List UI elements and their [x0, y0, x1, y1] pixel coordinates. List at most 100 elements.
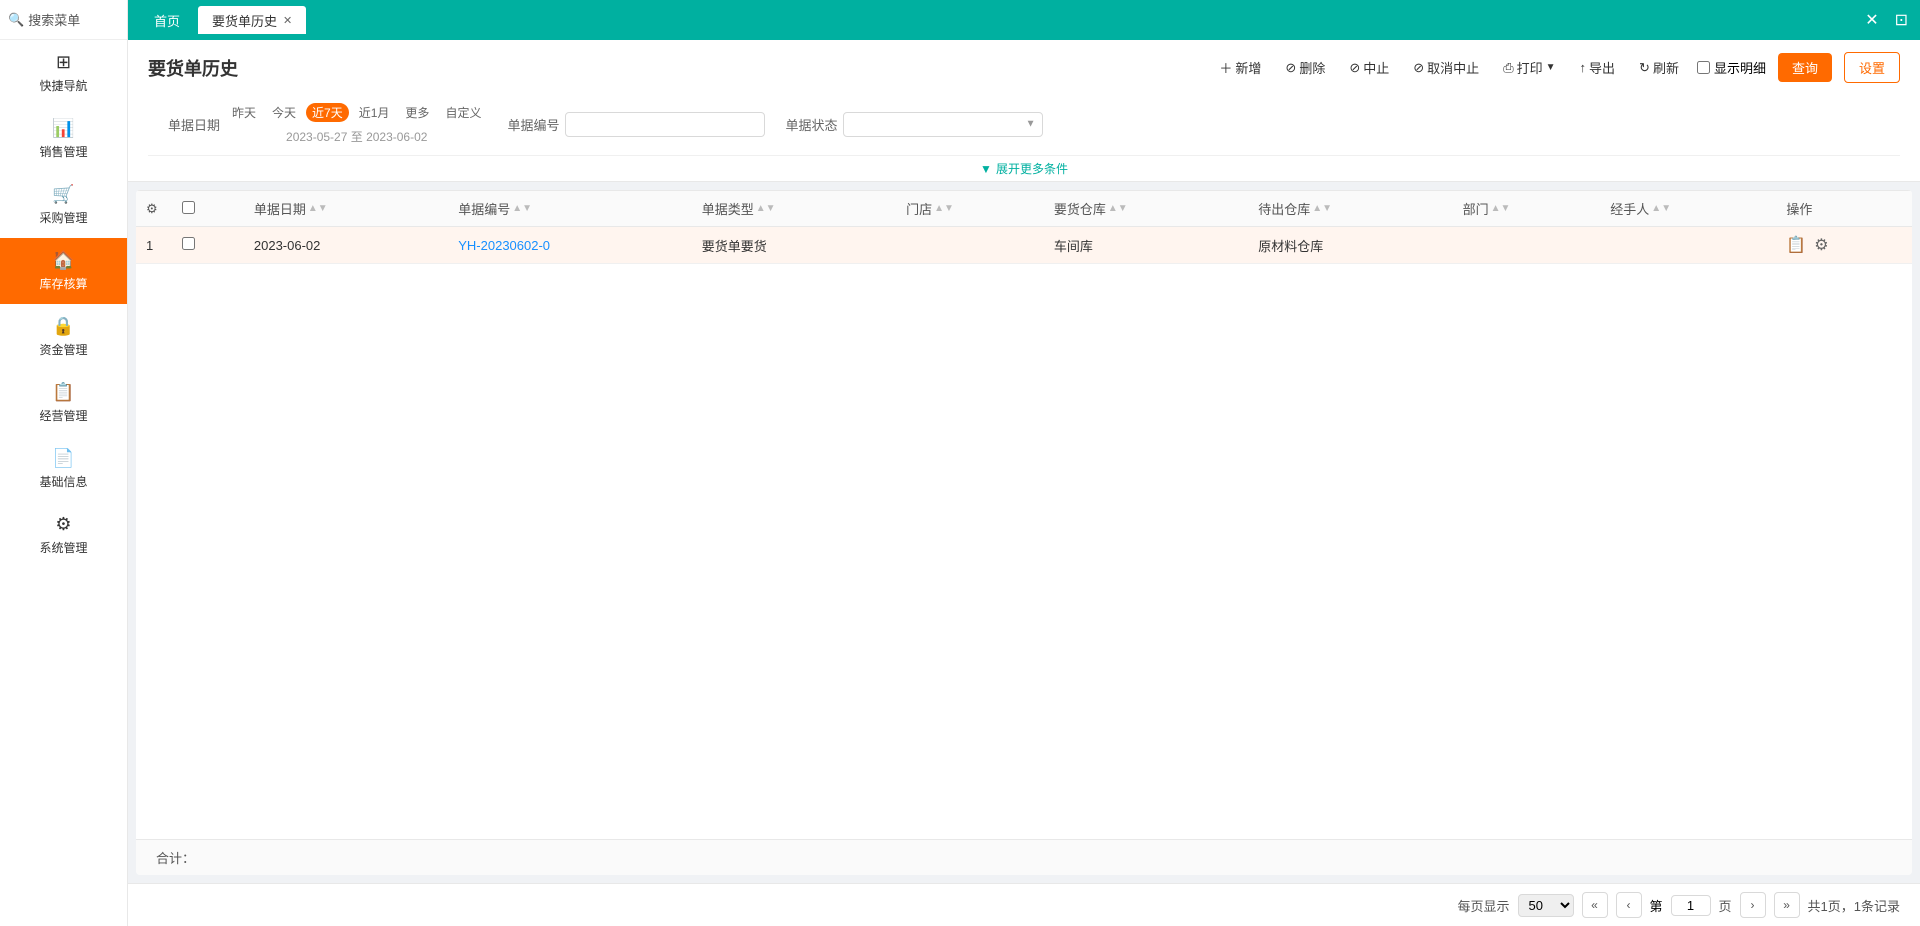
sort-pending-warehouse-icon: ▲▼ [1312, 204, 1332, 214]
add-icon: ＋ [1219, 58, 1232, 77]
th-store[interactable]: 门店 ▲▼ [896, 191, 1044, 227]
doc-no-label: 单据编号 [507, 115, 559, 134]
th-pending-warehouse[interactable]: 待出仓库 ▲▼ [1248, 191, 1452, 227]
row-edit-icon[interactable]: 📋 [1786, 235, 1806, 255]
export-button[interactable]: ↑ 导出 [1574, 54, 1622, 81]
sidebar-item-sales[interactable]: 📊 销售管理 [0, 106, 127, 172]
date-btn-more[interactable]: 更多 [399, 103, 435, 122]
sidebar-item-operations[interactable]: 📋 经营管理 [0, 370, 127, 436]
table-settings-icon[interactable]: ⚙ [146, 201, 158, 216]
basic-info-icon: 📄 [52, 448, 74, 469]
page-first-button[interactable]: « [1582, 892, 1608, 918]
doc-date-filter-group: 单据日期 昨天 今天 近7天 近1月 更多 自定义 2023-05-27 至 2… [168, 103, 487, 145]
cancel-stop-label: 取消中止 [1427, 58, 1479, 77]
page-label-before: 第 [1650, 896, 1663, 915]
row-num-value: 1 [146, 238, 153, 253]
th-dept[interactable]: 部门 ▲▼ [1453, 191, 1601, 227]
date-btn-today[interactable]: 今天 [266, 103, 302, 122]
stop-button[interactable]: ⊘ 中止 [1343, 54, 1395, 81]
cell-doc-type: 要货单要货 [692, 227, 896, 264]
doc-no-link[interactable]: YH-20230602-0 [458, 238, 550, 253]
doc-no-input[interactable] [565, 112, 765, 137]
date-btn-1month[interactable]: 近1月 [353, 103, 396, 122]
doc-status-label: 单据状态 [785, 115, 837, 134]
doc-status-select-wrapper [843, 112, 1043, 137]
doc-status-filter-group: 单据状态 [785, 112, 1043, 137]
expand-more-button[interactable]: ▼ 展开更多条件 [980, 160, 1068, 177]
sort-store-icon: ▲▼ [934, 204, 954, 214]
th-req-warehouse[interactable]: 要货仓库 ▲▼ [1044, 191, 1248, 227]
sidebar-item-basic-info[interactable]: 📄 基础信息 [0, 436, 127, 502]
sidebar-item-inventory[interactable]: 🏠 库存核算 [0, 238, 127, 304]
th-doc-no[interactable]: 单据编号 ▲▼ [448, 191, 692, 227]
sort-dept-icon: ▲▼ [1491, 204, 1511, 214]
tab-requisition-history[interactable]: 要货单历史 ✕ [198, 6, 306, 34]
per-page-select[interactable]: 50 10 20 100 [1518, 894, 1574, 917]
date-btn-7days[interactable]: 近7天 [306, 103, 349, 122]
settings-button[interactable]: 设置 [1844, 52, 1900, 83]
display-detail-checkbox[interactable] [1697, 61, 1710, 74]
date-btn-custom[interactable]: 自定义 [439, 103, 487, 122]
query-button[interactable]: 查询 [1778, 53, 1832, 82]
search-icon: 🔍 [8, 12, 24, 28]
cell-doc-date: 2023-06-02 [244, 227, 448, 264]
footer-label: 合计： [156, 848, 195, 867]
print-button[interactable]: ⎙ 打印 ▼ [1497, 54, 1561, 81]
search-menu-label: 搜索菜单 [28, 10, 80, 29]
th-doc-type[interactable]: 单据类型 ▲▼ [692, 191, 896, 227]
table-row: 1 2023-06-02 YH-20230602-0 要货单要货 [136, 227, 1912, 264]
sort-handler-icon: ▲▼ [1651, 204, 1671, 214]
row-checkbox[interactable] [182, 237, 195, 250]
cell-doc-no: YH-20230602-0 [448, 227, 692, 264]
tab-home[interactable]: 首页 [140, 6, 194, 34]
display-detail-label: 显示明细 [1714, 58, 1766, 77]
window-close-icon[interactable]: ✕ [1865, 10, 1878, 30]
th-handler[interactable]: 经手人 ▲▼ [1600, 191, 1776, 227]
sidebar-item-basic-info-label: 基础信息 [39, 473, 87, 490]
tab-close-icon[interactable]: ✕ [283, 14, 292, 27]
stop-label: 中止 [1363, 58, 1389, 77]
sort-doc-no-icon: ▲▼ [512, 204, 532, 214]
doc-status-select[interactable] [843, 112, 1043, 137]
delete-button[interactable]: ⊘ 删除 [1279, 54, 1331, 81]
page-prev-button[interactable]: ‹ [1616, 892, 1642, 918]
print-dropdown-icon: ▼ [1546, 62, 1556, 73]
cell-req-warehouse: 车间库 [1044, 227, 1248, 264]
sidebar-item-purchase[interactable]: 🛒 采购管理 [0, 172, 127, 238]
doc-date-value: 2023-06-02 [254, 238, 321, 253]
main-area: 首页 要货单历史 ✕ ✕ ⊡ 要货单历史 ＋ 新增 ⊘ [128, 0, 1920, 926]
display-detail-checkbox-wrapper[interactable]: 显示明细 [1697, 58, 1766, 77]
cell-checkbox [172, 227, 244, 264]
page-next-button[interactable]: › [1740, 892, 1766, 918]
date-btn-yesterday[interactable]: 昨天 [226, 103, 262, 122]
cell-store [896, 227, 1044, 264]
query-label: 查询 [1792, 58, 1818, 77]
expand-more-bar: ▼ 展开更多条件 [148, 155, 1900, 181]
table-empty-space [136, 264, 1912, 839]
table-footer: 合计： [136, 839, 1912, 875]
window-restore-icon[interactable]: ⊡ [1895, 10, 1908, 30]
sort-doc-date-icon: ▲▼ [308, 204, 328, 214]
search-menu[interactable]: 🔍 搜索菜单 [0, 0, 127, 40]
sidebar-item-system[interactable]: ⚙ 系统管理 [0, 502, 127, 568]
sidebar: 🔍 搜索菜单 ⊞ 快捷导航 📊 销售管理 🛒 采购管理 🏠 库存核算 🔒 资金管… [0, 0, 128, 926]
cancel-stop-button[interactable]: ⊘ 取消中止 [1407, 54, 1485, 81]
sidebar-item-finance-label: 资金管理 [39, 341, 87, 358]
expand-more-icon: ▼ [980, 162, 992, 176]
refresh-button[interactable]: ↻ 刷新 [1633, 54, 1685, 81]
row-more-icon[interactable]: ⚙ [1814, 235, 1828, 255]
cell-handler [1600, 227, 1776, 264]
add-button[interactable]: ＋ 新增 [1213, 54, 1267, 81]
sidebar-item-quick-nav[interactable]: ⊞ 快捷导航 [0, 40, 127, 106]
page-number-input[interactable] [1671, 895, 1711, 916]
sidebar-item-finance[interactable]: 🔒 资金管理 [0, 304, 127, 370]
select-all-checkbox[interactable] [182, 201, 195, 214]
table-area: ⚙ 单据日期 ▲▼ 单据编号 [136, 190, 1912, 875]
per-page-label: 每页显示 [1457, 896, 1509, 915]
page-last-button[interactable]: » [1774, 892, 1800, 918]
sort-req-warehouse-icon: ▲▼ [1108, 204, 1128, 214]
sidebar-item-quick-nav-label: 快捷导航 [39, 77, 87, 94]
cell-pending-warehouse: 原材料仓库 [1248, 227, 1452, 264]
th-doc-date[interactable]: 单据日期 ▲▼ [244, 191, 448, 227]
total-info: 共1页，1条记录 [1808, 896, 1900, 915]
